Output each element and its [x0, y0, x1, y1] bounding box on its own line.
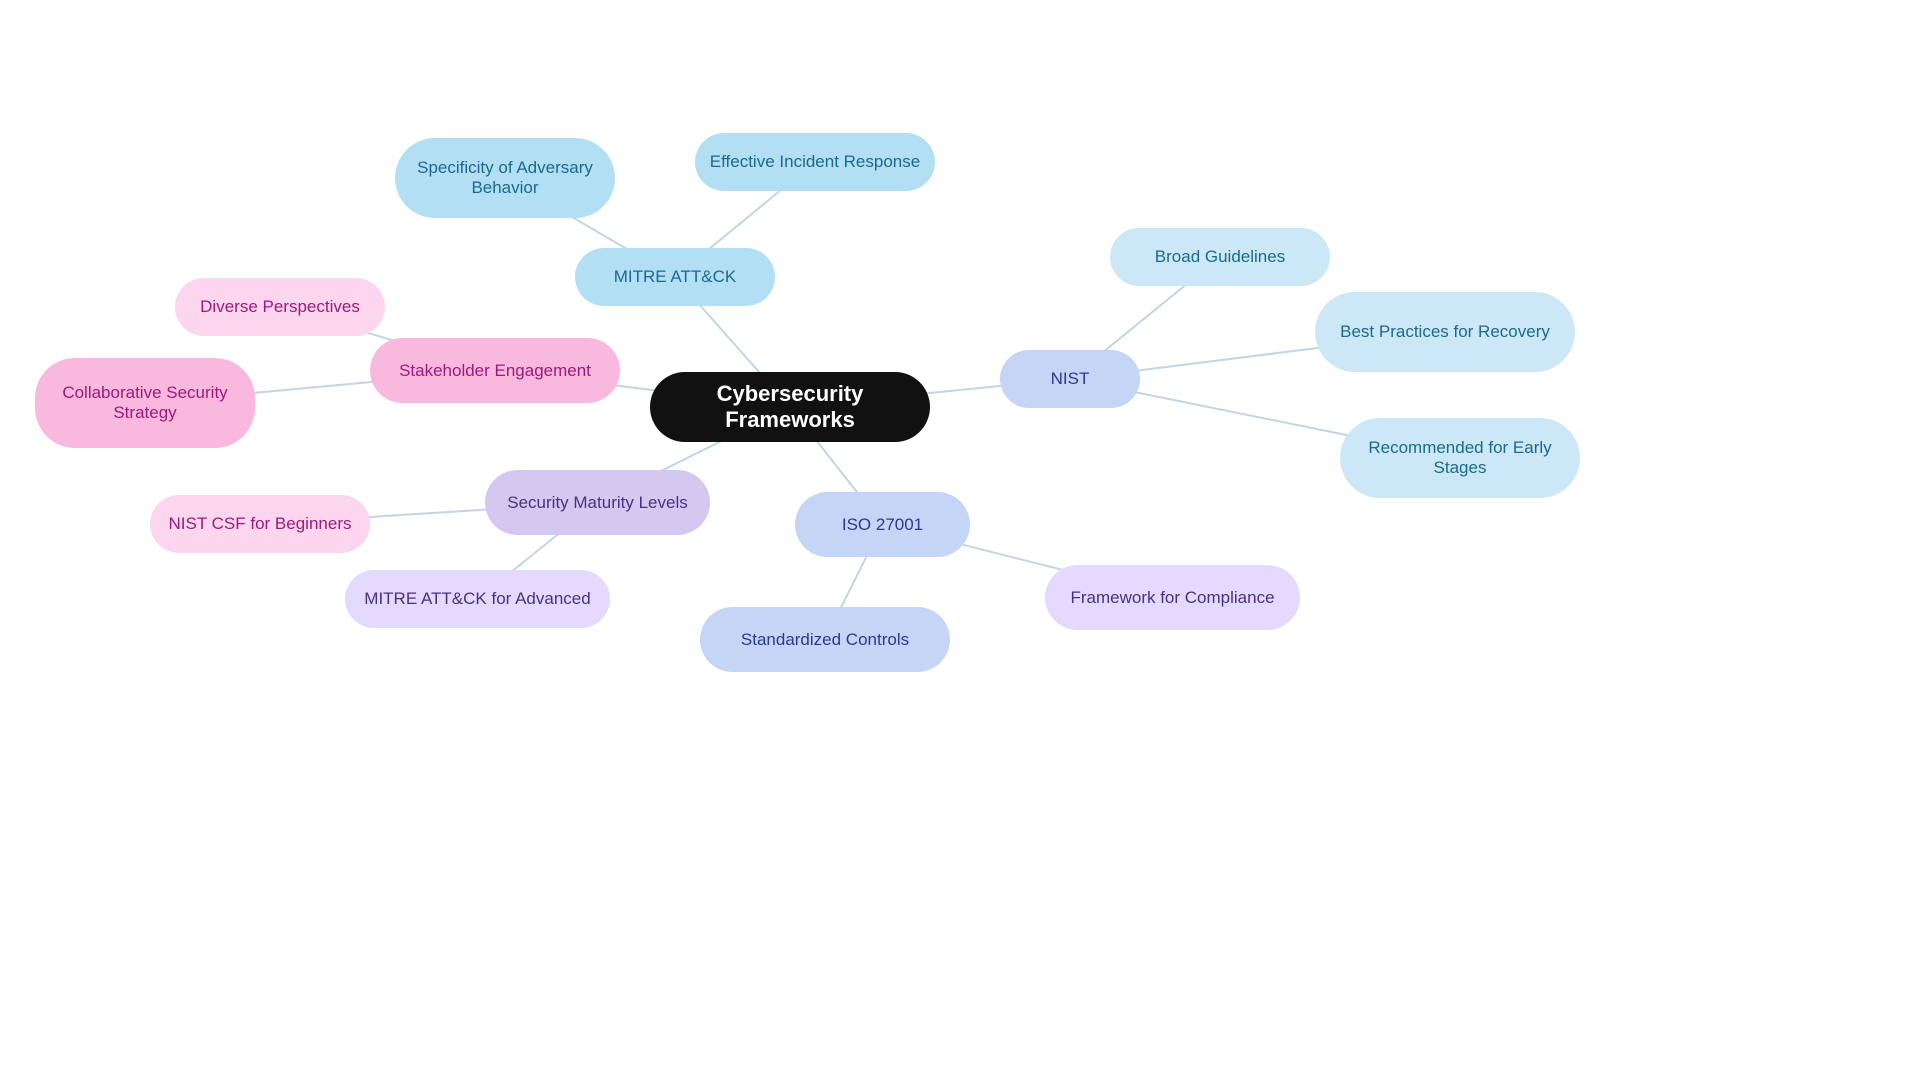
center-node[interactable]: Cybersecurity Frameworks: [650, 372, 930, 442]
mitre-advanced-node[interactable]: MITRE ATT&CK for Advanced: [345, 570, 610, 628]
diverse-perspectives-node[interactable]: Diverse Perspectives: [175, 278, 385, 336]
mitre-attck-node[interactable]: MITRE ATT&CK: [575, 248, 775, 306]
nist-csf-beginners-node[interactable]: NIST CSF for Beginners: [150, 495, 370, 553]
framework-compliance-node[interactable]: Framework for Compliance: [1045, 565, 1300, 630]
security-maturity-node[interactable]: Security Maturity Levels: [485, 470, 710, 535]
collaborative-node[interactable]: Collaborative Security Strategy: [35, 358, 255, 448]
specificity-node[interactable]: Specificity of Adversary Behavior: [395, 138, 615, 218]
best-practices-node[interactable]: Best Practices for Recovery: [1315, 292, 1575, 372]
recommended-early-node[interactable]: Recommended for Early Stages: [1340, 418, 1580, 498]
effective-incident-node[interactable]: Effective Incident Response: [695, 133, 935, 191]
stakeholder-node[interactable]: Stakeholder Engagement: [370, 338, 620, 403]
nist-node[interactable]: NIST: [1000, 350, 1140, 408]
standardized-controls-node[interactable]: Standardized Controls: [700, 607, 950, 672]
iso27001-node[interactable]: ISO 27001: [795, 492, 970, 557]
broad-guidelines-node[interactable]: Broad Guidelines: [1110, 228, 1330, 286]
